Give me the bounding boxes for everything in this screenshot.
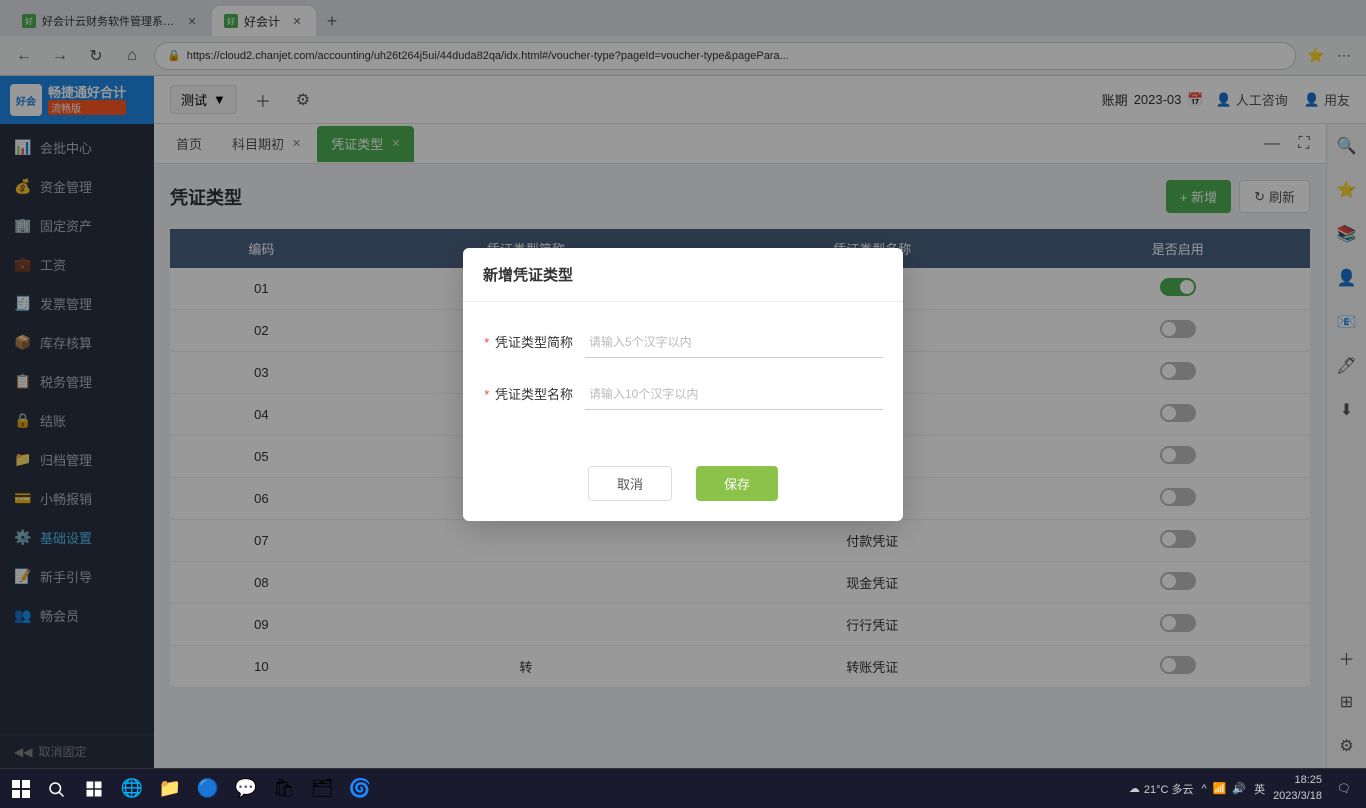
taskbar-icons: ^ 📶 🔊 (1201, 782, 1246, 795)
modal-body: * 凭证类型简称 * 凭证类型名称 (463, 302, 903, 454)
abbr-required-mark: * (484, 335, 489, 350)
taskbar-apps: 🌐 📁 🔵 💬 🛍 🗂 🌀 (38, 771, 378, 807)
start-button[interactable] (8, 776, 34, 802)
weather-text: 21°C 多云 (1144, 781, 1194, 797)
form-row-abbr: * 凭证类型简称 (483, 326, 883, 358)
modal-dialog: 新增凭证类型 * 凭证类型简称 * 凭证类型名称 取消 保存 (463, 248, 903, 521)
clock-date: 2023/3/18 (1273, 789, 1322, 804)
notification-button[interactable]: 🗨 (1330, 775, 1358, 803)
abbr-input[interactable] (585, 326, 883, 358)
modal-overlay: 新增凭证类型 * 凭证类型简称 * 凭证类型名称 取消 保存 (0, 0, 1366, 768)
taskbar-lang[interactable]: 英 (1254, 781, 1265, 797)
taskbar-files[interactable]: 🗂 (304, 771, 340, 807)
taskbar-search[interactable] (38, 771, 74, 807)
clock-time: 18:25 (1273, 773, 1322, 788)
modal-footer: 取消 保存 (463, 454, 903, 521)
modal-title: 新增凭证类型 (483, 267, 573, 284)
taskbar-volume-icon[interactable]: 🔊 (1232, 782, 1246, 795)
taskbar-edge2[interactable]: 🌀 (342, 771, 378, 807)
save-button[interactable]: 保存 (696, 466, 778, 501)
taskbar-task-view[interactable] (76, 771, 112, 807)
taskbar-edge[interactable]: 🌐 (114, 771, 150, 807)
name-label: * 凭证类型名称 (483, 384, 573, 403)
weather-info: ☁ 21°C 多云 (1129, 781, 1194, 797)
taskbar-clock[interactable]: 18:25 2023/3/18 (1273, 773, 1322, 804)
taskbar-store[interactable]: 🛍 (266, 771, 302, 807)
name-input[interactable] (585, 378, 883, 410)
taskbar-right: ☁ 21°C 多云 ^ 📶 🔊 英 18:25 2023/3/18 🗨 (1129, 773, 1358, 804)
modal-header: 新增凭证类型 (463, 248, 903, 302)
taskbar-up-arrow[interactable]: ^ (1201, 783, 1206, 795)
form-row-name: * 凭证类型名称 (483, 378, 883, 410)
cancel-button[interactable]: 取消 (588, 466, 672, 501)
taskbar-network-icon[interactable]: 📶 (1213, 782, 1227, 795)
weather-icon: ☁ (1129, 782, 1140, 795)
taskbar: 🌐 📁 🔵 💬 🛍 🗂 🌀 ☁ 21°C 多云 ^ 📶 🔊 英 18:25 20… (0, 768, 1366, 808)
abbr-label: * 凭证类型简称 (483, 332, 573, 351)
name-required-mark: * (484, 387, 489, 402)
taskbar-explorer[interactable]: 📁 (152, 771, 188, 807)
taskbar-chrome[interactable]: 🔵 (190, 771, 226, 807)
taskbar-wechat[interactable]: 💬 (228, 771, 264, 807)
